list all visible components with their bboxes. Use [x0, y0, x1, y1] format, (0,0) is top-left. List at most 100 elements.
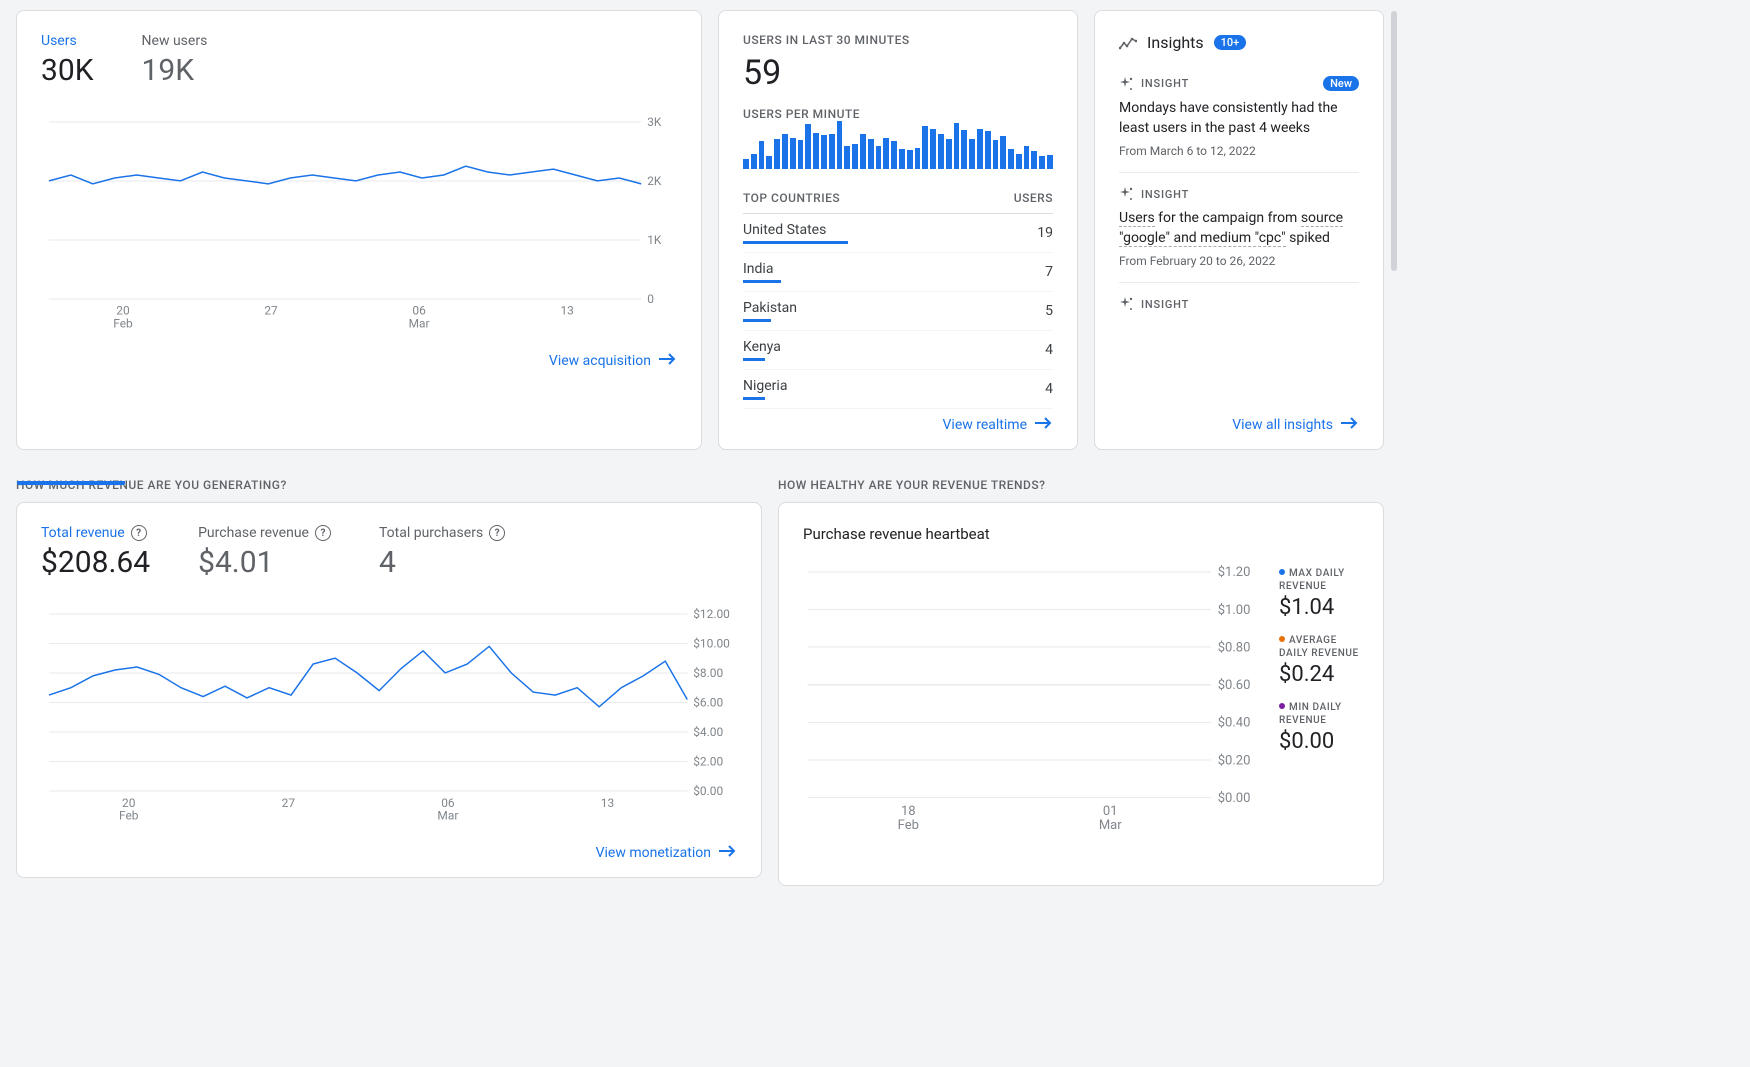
metric-tab-total-revenue[interactable]: Total revenue?$208.64	[41, 525, 150, 580]
help-icon[interactable]: ?	[131, 525, 147, 541]
minute-bar	[743, 159, 749, 169]
top-countries-rows: United States19India7Pakistan5Kenya4Nige…	[743, 214, 1053, 409]
sparkle-icon	[1119, 187, 1133, 201]
view-all-insights-link[interactable]: View all insights	[1119, 417, 1359, 433]
insights-title: Insights	[1147, 33, 1204, 52]
minute-bar	[922, 126, 928, 169]
insights-header: Insights 10+	[1119, 33, 1359, 52]
svg-text:20: 20	[116, 304, 130, 318]
heartbeat-title: Purchase revenue heartbeat	[803, 525, 1359, 543]
minute-bar	[938, 134, 944, 169]
minute-bar	[1016, 154, 1022, 169]
insight-label: INSIGHT	[1141, 188, 1189, 201]
metric-tab-total-purchasers[interactable]: Total purchasers?4	[379, 525, 505, 580]
svg-text:$2.00: $2.00	[693, 754, 723, 768]
arrow-right-icon	[659, 353, 677, 369]
stat-block: AVERAGE DAILY REVENUE$0.24	[1279, 634, 1359, 687]
minute-bar	[1039, 156, 1045, 169]
scrollbar[interactable]	[1391, 11, 1397, 271]
arrow-right-icon	[719, 845, 737, 861]
svg-text:Mar: Mar	[437, 809, 458, 823]
insight-item[interactable]: INSIGHT	[1119, 282, 1359, 333]
help-icon[interactable]: ?	[489, 525, 505, 541]
heartbeat-chart: $1.20$1.00$0.80$0.60$0.40$0.20$0.0018Feb…	[803, 561, 1259, 869]
arrow-right-icon	[1341, 417, 1359, 433]
insights-list: INSIGHTNewMondays have consistently had …	[1119, 52, 1359, 333]
svg-text:13: 13	[560, 304, 573, 318]
insight-item[interactable]: INSIGHTNewMondays have consistently had …	[1119, 62, 1359, 172]
minute-bar	[766, 156, 772, 169]
metric-label: Users	[41, 33, 94, 49]
stat-value: $0.24	[1279, 662, 1359, 687]
svg-text:3K: 3K	[647, 115, 662, 129]
link-label: View all insights	[1232, 417, 1333, 433]
minute-bar	[868, 139, 874, 169]
svg-text:06: 06	[412, 304, 426, 318]
minute-bar	[813, 133, 819, 169]
svg-text:27: 27	[282, 796, 296, 810]
svg-text:Mar: Mar	[1099, 818, 1122, 833]
metric-value: 4	[379, 545, 505, 580]
svg-text:$10.00: $10.00	[693, 636, 730, 650]
svg-text:Feb: Feb	[119, 809, 139, 823]
country-row: Nigeria4	[743, 370, 1053, 409]
minute-bar	[891, 141, 897, 169]
card-insights: Insights 10+ INSIGHTNewMondays have cons…	[1094, 10, 1384, 450]
view-monetization-link[interactable]: View monetization	[41, 845, 737, 861]
insight-date: From March 6 to 12, 2022	[1119, 144, 1359, 158]
view-acquisition-link[interactable]: View acquisition	[41, 353, 677, 369]
metric-label: Total revenue?	[41, 525, 150, 541]
link-label: View realtime	[943, 417, 1027, 433]
insight-label: INSIGHT	[1141, 298, 1189, 311]
help-icon[interactable]: ?	[315, 525, 331, 541]
minute-bar	[961, 130, 967, 169]
svg-text:01: 01	[1103, 804, 1118, 819]
minute-bar	[829, 134, 835, 169]
minute-bar	[1008, 149, 1014, 169]
revenue-metric-tabs: Total revenue?$208.64 Purchase revenue? $4…	[41, 525, 737, 580]
metric-tab-users[interactable]: Users 30K	[41, 33, 94, 88]
svg-text:$0.00: $0.00	[1218, 791, 1251, 806]
minute-bar	[1047, 155, 1053, 169]
minute-bar	[876, 146, 882, 169]
country-users: 5	[1045, 303, 1053, 319]
metric-value: $4.01	[198, 545, 331, 580]
metric-label: Purchase revenue?	[198, 525, 331, 541]
card-realtime: USERS IN LAST 30 MINUTES 59 USERS PER MI…	[718, 10, 1078, 450]
insight-item[interactable]: INSIGHTUsers for the campaign from sourc…	[1119, 172, 1359, 282]
revenue-chart: $12.00$10.00$8.00$6.00$4.00$2.00$0.0020F…	[41, 604, 737, 837]
minute-bar	[993, 140, 999, 169]
metric-value: 30K	[41, 53, 94, 88]
minute-bar	[1031, 151, 1037, 169]
svg-text:18: 18	[901, 804, 916, 819]
country-name: United States	[743, 222, 826, 244]
link-label: View acquisition	[549, 353, 651, 369]
minute-bar	[844, 146, 850, 169]
sparkle-icon	[1119, 77, 1133, 91]
svg-text:Feb: Feb	[113, 317, 133, 331]
insight-date: From February 20 to 26, 2022	[1119, 254, 1359, 268]
stat-label: MIN DAILY REVENUE	[1279, 701, 1359, 727]
country-row: United States19	[743, 214, 1053, 253]
country-name: Nigeria	[743, 378, 787, 400]
minute-bar	[837, 121, 843, 169]
metric-tab-new-users[interactable]: New users19K	[142, 33, 208, 88]
col-users: USERS	[1014, 191, 1053, 205]
insight-label: INSIGHT	[1141, 77, 1189, 90]
minute-bar	[1024, 146, 1030, 169]
link-label: View monetization	[596, 845, 711, 861]
stat-block: MIN DAILY REVENUE$0.00	[1279, 701, 1359, 754]
country-name: Kenya	[743, 339, 781, 361]
view-realtime-link[interactable]: View realtime	[743, 417, 1053, 433]
minute-bar	[907, 150, 913, 169]
svg-text:$1.20: $1.20	[1218, 565, 1251, 580]
metric-tab-purchase-revenue[interactable]: Purchase revenue? $4.01	[198, 525, 331, 580]
minute-bar	[860, 134, 866, 169]
new-badge: New	[1323, 76, 1359, 91]
svg-text:1K: 1K	[647, 233, 662, 247]
stat-label: AVERAGE DAILY REVENUE	[1279, 634, 1359, 660]
minute-bar	[774, 139, 780, 169]
card-heartbeat: Purchase revenue heartbeat $1.20$1.00$0.…	[778, 502, 1384, 886]
minute-bar	[883, 138, 889, 169]
user-metric-tabs: Users 30K New users19K	[41, 33, 677, 88]
